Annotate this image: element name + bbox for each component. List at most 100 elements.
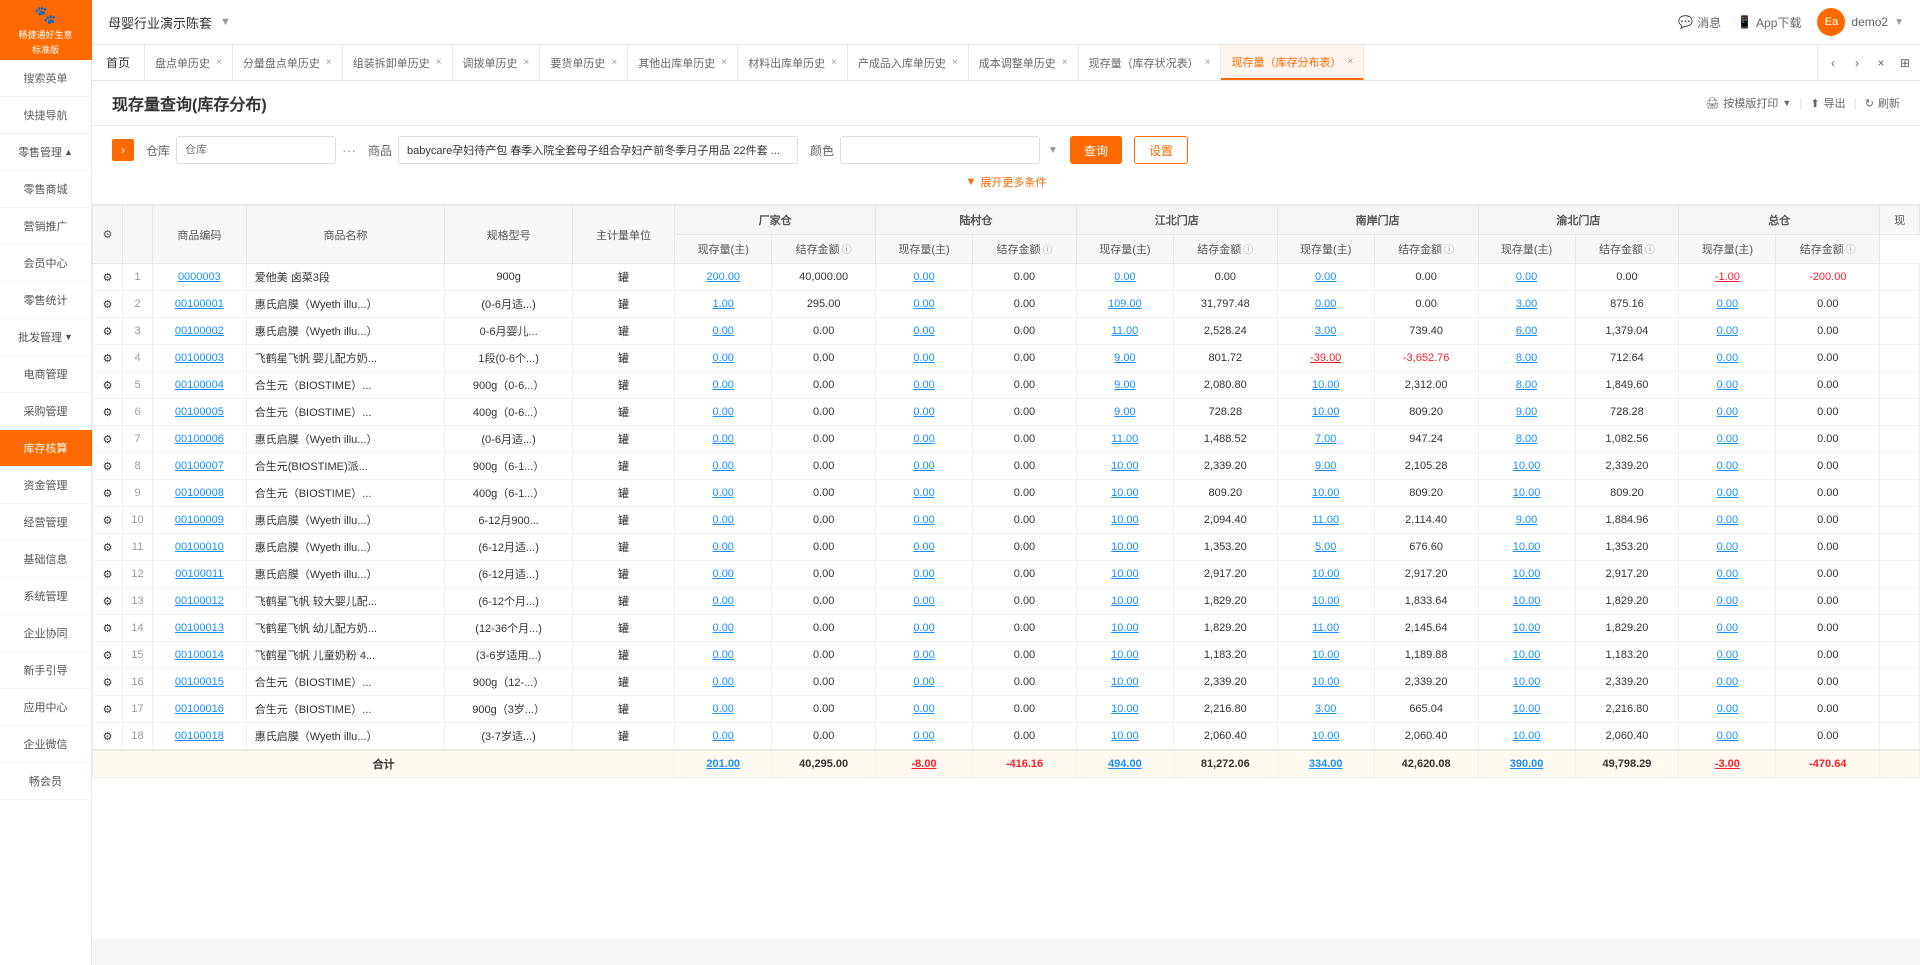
- close-icon[interactable]: ×: [831, 57, 837, 68]
- row-yb-qty[interactable]: 10.00: [1478, 696, 1575, 723]
- row-na-qty[interactable]: 3.00: [1277, 318, 1374, 345]
- row-code[interactable]: 00100014: [153, 642, 247, 669]
- row-jb-qty[interactable]: 11.00: [1076, 318, 1173, 345]
- setting-btn[interactable]: 设置: [1134, 136, 1188, 164]
- row-lc-qty[interactable]: 0.00: [876, 561, 973, 588]
- sidebar-quick-nav[interactable]: 快捷导航: [0, 97, 92, 134]
- row-yb-qty[interactable]: 10.00: [1478, 588, 1575, 615]
- app-download-btn[interactable]: 📱 App下载: [1737, 14, 1801, 31]
- row-lc-qty[interactable]: 0.00: [876, 615, 973, 642]
- row-lc-qty[interactable]: 0.00: [876, 345, 973, 372]
- row-code[interactable]: 00100013: [153, 615, 247, 642]
- row-cj-qty[interactable]: 0.00: [675, 723, 772, 751]
- row-cj-qty[interactable]: 0.00: [675, 642, 772, 669]
- row-cj-qty[interactable]: 0.00: [675, 507, 772, 534]
- row-settings[interactable]: ⚙: [93, 723, 123, 751]
- close-icon[interactable]: ×: [524, 57, 530, 68]
- color-input[interactable]: [840, 136, 1040, 164]
- row-na-qty[interactable]: 10.00: [1277, 561, 1374, 588]
- sidebar-item-apps[interactable]: 应用中心: [0, 689, 92, 726]
- row-lc-qty[interactable]: 0.00: [876, 534, 973, 561]
- sidebar-item-members[interactable]: 会员中心: [0, 245, 92, 282]
- row-lc-qty[interactable]: 0.00: [876, 669, 973, 696]
- expand-conditions-btn[interactable]: ▼ 展开更多条件: [958, 170, 1055, 194]
- sidebar-item-finance[interactable]: 资金管理: [0, 467, 92, 504]
- row-settings[interactable]: ⚙: [93, 642, 123, 669]
- row-settings[interactable]: ⚙: [93, 669, 123, 696]
- row-jb-qty[interactable]: 10.00: [1076, 507, 1173, 534]
- row-code[interactable]: 00100004: [153, 372, 247, 399]
- row-yb-qty[interactable]: 10.00: [1478, 480, 1575, 507]
- row-code[interactable]: 00100012: [153, 588, 247, 615]
- row-jb-qty[interactable]: 9.00: [1076, 345, 1173, 372]
- tab-item-stock-status[interactable]: 现存量（库存状况表） ×: [1079, 45, 1222, 80]
- warehouse-input[interactable]: [176, 136, 336, 164]
- sidebar-item-retail-mgmt[interactable]: 零售管理 ▲: [0, 134, 92, 171]
- row-code[interactable]: 0000003: [153, 264, 247, 291]
- row-jb-qty[interactable]: 109.00: [1076, 291, 1173, 318]
- row-na-qty[interactable]: 0.00: [1277, 291, 1374, 318]
- row-na-qty[interactable]: 7.00: [1277, 426, 1374, 453]
- tabs-expand-btn[interactable]: ⊞: [1894, 52, 1916, 74]
- row-settings[interactable]: ⚙: [93, 264, 123, 291]
- row-cj-qty[interactable]: 0.00: [675, 669, 772, 696]
- row-code[interactable]: 00100015: [153, 669, 247, 696]
- row-zc-qty[interactable]: 0.00: [1679, 291, 1776, 318]
- row-lc-qty[interactable]: 0.00: [876, 318, 973, 345]
- tab-item-product-inbound[interactable]: 产成品入库单历史 ×: [848, 45, 969, 80]
- sidebar-item-retail-stats[interactable]: 零售统计: [0, 282, 92, 319]
- tab-item-assembly[interactable]: 组装拆卸单历史 ×: [343, 45, 453, 80]
- tab-item-material-outbound[interactable]: 材料出库单历史 ×: [738, 45, 848, 80]
- sidebar-item-operations[interactable]: 经营管理: [0, 504, 92, 541]
- row-code[interactable]: 00100002: [153, 318, 247, 345]
- row-lc-qty[interactable]: 0.00: [876, 264, 973, 291]
- tabs-next-btn[interactable]: ›: [1846, 52, 1868, 74]
- row-na-qty[interactable]: 10.00: [1277, 642, 1374, 669]
- row-na-qty[interactable]: 0.00: [1277, 264, 1374, 291]
- row-na-qty[interactable]: 5.00: [1277, 534, 1374, 561]
- row-cj-qty[interactable]: 0.00: [675, 480, 772, 507]
- row-cj-qty[interactable]: 0.00: [675, 399, 772, 426]
- filter-toggle-btn[interactable]: ›: [112, 139, 134, 161]
- tab-item-stock-dist[interactable]: 现存量（库存分布表） ×: [1221, 45, 1364, 80]
- close-icon[interactable]: ×: [952, 57, 958, 68]
- row-zc-qty[interactable]: 0.00: [1679, 588, 1776, 615]
- close-icon[interactable]: ×: [721, 57, 727, 68]
- close-icon[interactable]: ×: [216, 57, 222, 68]
- row-lc-qty[interactable]: 0.00: [876, 723, 973, 751]
- row-lc-qty[interactable]: 0.00: [876, 453, 973, 480]
- close-icon[interactable]: ×: [1062, 57, 1068, 68]
- row-jb-qty[interactable]: 10.00: [1076, 615, 1173, 642]
- row-zc-qty[interactable]: 0.00: [1679, 372, 1776, 399]
- row-yb-qty[interactable]: 10.00: [1478, 723, 1575, 751]
- row-code[interactable]: 00100007: [153, 453, 247, 480]
- row-code[interactable]: 00100005: [153, 399, 247, 426]
- row-yb-qty[interactable]: 10.00: [1478, 534, 1575, 561]
- row-cj-qty[interactable]: 0.00: [675, 345, 772, 372]
- row-jb-qty[interactable]: 10.00: [1076, 534, 1173, 561]
- row-yb-qty[interactable]: 8.00: [1478, 345, 1575, 372]
- row-zc-qty[interactable]: 0.00: [1679, 561, 1776, 588]
- close-icon[interactable]: ×: [326, 57, 332, 68]
- tabs-close-btn[interactable]: ×: [1870, 52, 1892, 74]
- row-yb-qty[interactable]: 6.00: [1478, 318, 1575, 345]
- sidebar-item-guide[interactable]: 新手引导: [0, 652, 92, 689]
- row-yb-qty[interactable]: 10.00: [1478, 615, 1575, 642]
- row-zc-qty[interactable]: 0.00: [1679, 480, 1776, 507]
- warehouse-dots[interactable]: ···: [342, 142, 356, 158]
- row-settings[interactable]: ⚙: [93, 345, 123, 372]
- sidebar-item-basics[interactable]: 基础信息: [0, 541, 92, 578]
- industry-selector[interactable]: 母婴行业演示陈套: [108, 13, 212, 32]
- row-na-qty[interactable]: 10.00: [1277, 399, 1374, 426]
- th-settings[interactable]: ⚙: [93, 206, 123, 264]
- row-yb-qty[interactable]: 10.00: [1478, 669, 1575, 696]
- message-btn[interactable]: 💬 消息: [1678, 14, 1721, 31]
- close-icon[interactable]: ×: [436, 57, 442, 68]
- sidebar-item-weixin[interactable]: 企业微信: [0, 726, 92, 763]
- row-jb-qty[interactable]: 11.00: [1076, 426, 1173, 453]
- sidebar-item-enterprise[interactable]: 企业协同: [0, 615, 92, 652]
- row-cj-qty[interactable]: 0.00: [675, 696, 772, 723]
- row-cj-qty[interactable]: 0.00: [675, 588, 772, 615]
- row-yb-qty[interactable]: 8.00: [1478, 372, 1575, 399]
- row-code[interactable]: 00100009: [153, 507, 247, 534]
